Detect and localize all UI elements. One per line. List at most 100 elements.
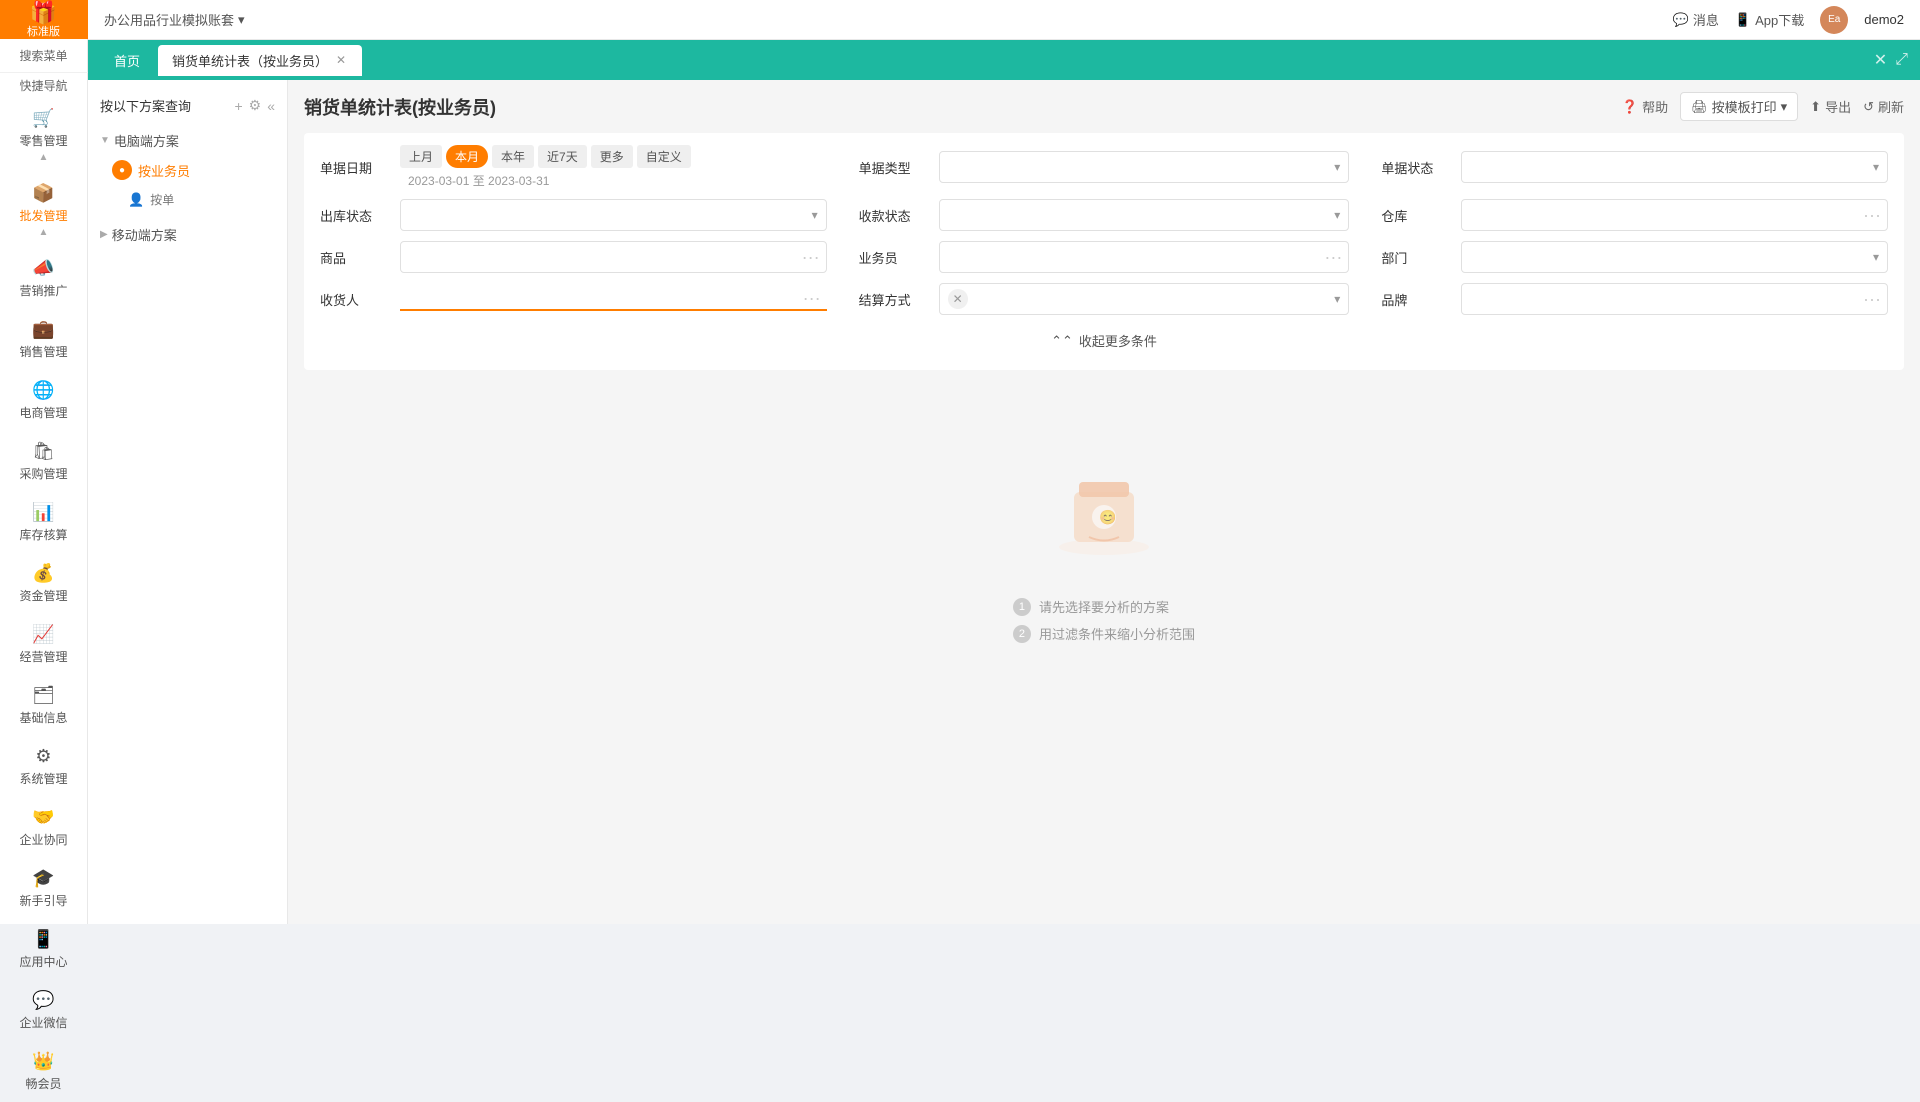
tip-num-1: 1 [1013, 598, 1031, 616]
filter-row-2: 出库状态 ▾ 收款状态 ▾ 仓库 [320, 199, 1888, 231]
account-dropdown[interactable]: 办公用品行业模拟账套 ▾ [104, 10, 245, 29]
collapse-bar[interactable]: ⌃⌃ 收起更多条件 [320, 323, 1888, 358]
receiver-input[interactable]: ··· [400, 288, 827, 311]
marketing-icon: 📣 [32, 258, 54, 279]
goods-input[interactable]: ··· [400, 241, 827, 273]
tab-close-all-btn[interactable]: ✕ [1874, 50, 1887, 70]
left-panel-title: 按以下方案查询 [100, 96, 191, 115]
dept-label: 部门 [1381, 248, 1461, 267]
filter-row-3: 商品 ··· 业务员 ··· 部门 [320, 241, 1888, 273]
message-icon: 💬 [1673, 12, 1689, 28]
collapse-plan-icon[interactable]: « [267, 98, 275, 114]
app-download-btn[interactable]: 📱 App下载 [1735, 10, 1804, 29]
sidebar-item-wholesale[interactable]: 📦 批发管理 ▲ [0, 173, 88, 248]
doc-type-caret: ▾ [1334, 160, 1340, 174]
date-btn-this-year[interactable]: 本年 [492, 145, 534, 168]
desktop-group-label: 电脑端方案 [114, 131, 179, 150]
sidebar-item-purchase[interactable]: 🛍 采购管理 [0, 431, 88, 492]
basic-icon: 🗂 [32, 685, 55, 706]
empty-state: 😊 1 请先选择要分析的方案 2 用过滤条件来缩小分析范围 [304, 382, 1904, 731]
plan-group-desktop: ▼ 电脑端方案 ● 按业务员 👤 按单 [88, 123, 287, 217]
sidebar-search-menu[interactable]: 搜索菜单 [0, 39, 88, 73]
doc-type-select[interactable]: ▾ [939, 151, 1350, 183]
add-plan-icon[interactable]: + [234, 98, 242, 114]
empty-tip-1: 1 请先选择要分析的方案 [1013, 597, 1195, 616]
plan-group-mobile-header[interactable]: ▶ 移动端方案 [88, 221, 287, 248]
sidebar-item-sales[interactable]: 💼 销售管理 [0, 309, 88, 370]
filter-cell-goods: 商品 ··· [320, 241, 843, 273]
filter-cell-settle: 结算方式 ✕ ▾ [843, 283, 1366, 315]
tip-num-2: 2 [1013, 625, 1031, 643]
sidebar-item-vip[interactable]: 👑 畅会员 [0, 1041, 88, 1102]
help-btn[interactable]: ❓ 帮助 [1622, 97, 1668, 116]
date-btn-more[interactable]: 更多 [591, 145, 633, 168]
settle-select[interactable]: ✕ ▾ [939, 283, 1350, 315]
page-title-row: 销货单统计表(按业务员) ❓ 帮助 🖨 按模板打印 ▾ ⬆ 导出 [304, 92, 1904, 121]
sidebar-item-operation[interactable]: 📈 经营管理 [0, 614, 88, 675]
date-btn-last7[interactable]: 近7天 [538, 145, 587, 168]
sidebar-logo[interactable]: 🎁 标准版 [0, 0, 88, 39]
sidebar-item-basic[interactable]: 🗂 基础信息 [0, 675, 88, 736]
sidebar-item-retail[interactable]: 🛒 零售管理 ▲ [0, 98, 88, 173]
retail-icon: 🛒 [32, 108, 54, 129]
out-status-select[interactable]: ▾ [400, 199, 827, 231]
vip-icon: 👑 [32, 1051, 54, 1072]
dept-select[interactable]: ▾ [1461, 241, 1888, 273]
settle-label: 结算方式 [859, 290, 939, 309]
refresh-btn[interactable]: ↺ 刷新 [1863, 97, 1904, 116]
plan-sub-item-by-order[interactable]: 👤 按单 [88, 186, 287, 213]
sidebar-quick-nav[interactable]: 快捷导航 [0, 73, 88, 98]
by-staff-icon: ● [112, 160, 132, 180]
plan-group-desktop-header[interactable]: ▼ 电脑端方案 [88, 127, 287, 154]
settings-plan-icon[interactable]: ⚙ [249, 97, 262, 114]
tab-home[interactable]: 首页 [100, 45, 154, 76]
date-btn-custom[interactable]: 自定义 [637, 145, 691, 168]
tab-maximize-btn[interactable]: ⤢ [1895, 51, 1908, 69]
sidebar-item-appstore[interactable]: 📱 应用中心 [0, 919, 88, 980]
system-icon: ⚙ [35, 746, 51, 767]
collapse-icon: ⌃⌃ [1051, 333, 1073, 349]
account-dropdown-icon: ▾ [238, 12, 245, 28]
sidebar-item-marketing[interactable]: 📣 营销推广 [0, 248, 88, 309]
sidebar-item-ecom[interactable]: 🌐 电商管理 [0, 370, 88, 431]
sidebar-item-inventory[interactable]: 📊 库存核算 [0, 492, 88, 553]
username[interactable]: demo2 [1864, 12, 1904, 27]
settle-clear-btn[interactable]: ✕ [948, 289, 968, 309]
filter-panel: 单据日期 上月 本月 本年 近7天 更多 自定义 2023-03-01 至 20… [304, 133, 1904, 370]
print-btn[interactable]: 🖨 按模板打印 ▾ [1680, 92, 1798, 121]
out-status-label: 出库状态 [320, 206, 400, 225]
quick-nav-label: 快捷导航 [19, 79, 67, 93]
date-range-text: 2023-03-01 至 2023-03-31 [408, 172, 549, 189]
tab-close-icon[interactable]: ✕ [334, 53, 348, 67]
avatar[interactable]: Ea [1820, 6, 1848, 34]
plan-item-by-staff[interactable]: ● 按业务员 [88, 154, 287, 186]
doc-status-select[interactable]: ▾ [1461, 151, 1888, 183]
left-panel-header: 按以下方案查询 + ⚙ « [88, 88, 287, 123]
sidebar-item-newbie[interactable]: 🎓 新手引导 [0, 858, 88, 919]
filter-cell-doc-status: 单据状态 ▾ 查询 设置 [1365, 145, 1888, 189]
export-btn[interactable]: ⬆ 导出 [1810, 97, 1851, 116]
page-title: 销货单统计表(按业务员) [304, 94, 496, 120]
tab-sales-stat[interactable]: 销货单统计表（按业务员） ✕ [158, 45, 362, 76]
right-content: 销货单统计表(按业务员) ❓ 帮助 🖨 按模板打印 ▾ ⬆ 导出 [288, 80, 1920, 924]
dept-caret: ▾ [1873, 250, 1879, 264]
print-dropdown-icon: ▾ [1781, 99, 1788, 115]
date-btn-last-month[interactable]: 上月 [400, 145, 442, 168]
brand-input[interactable]: ··· [1461, 283, 1888, 315]
warehouse-input[interactable]: ··· [1461, 199, 1888, 231]
warehouse-label: 仓库 [1381, 206, 1461, 225]
message-btn[interactable]: 💬 消息 [1673, 10, 1719, 29]
finance-icon: 💰 [32, 563, 54, 584]
warehouse-dots: ··· [1863, 205, 1881, 226]
sidebar-item-enterprise[interactable]: 🤝 企业协同 [0, 797, 88, 858]
date-btn-this-month[interactable]: 本月 [446, 145, 488, 168]
content-area: 按以下方案查询 + ⚙ « ▼ 电脑端方案 ● 按业务员 👤 [88, 80, 1920, 924]
staff-input[interactable]: ··· [939, 241, 1350, 273]
help-icon: ❓ [1622, 99, 1638, 115]
filter-cell-warehouse: 仓库 ··· [1365, 199, 1888, 231]
brand-label: 品牌 [1381, 290, 1461, 309]
pay-status-select[interactable]: ▾ [939, 199, 1350, 231]
sidebar-item-finance[interactable]: 💰 资金管理 [0, 553, 88, 614]
sidebar-item-system[interactable]: ⚙ 系统管理 [0, 736, 88, 797]
sidebar-item-wechat[interactable]: 💬 企业微信 [0, 980, 88, 1041]
